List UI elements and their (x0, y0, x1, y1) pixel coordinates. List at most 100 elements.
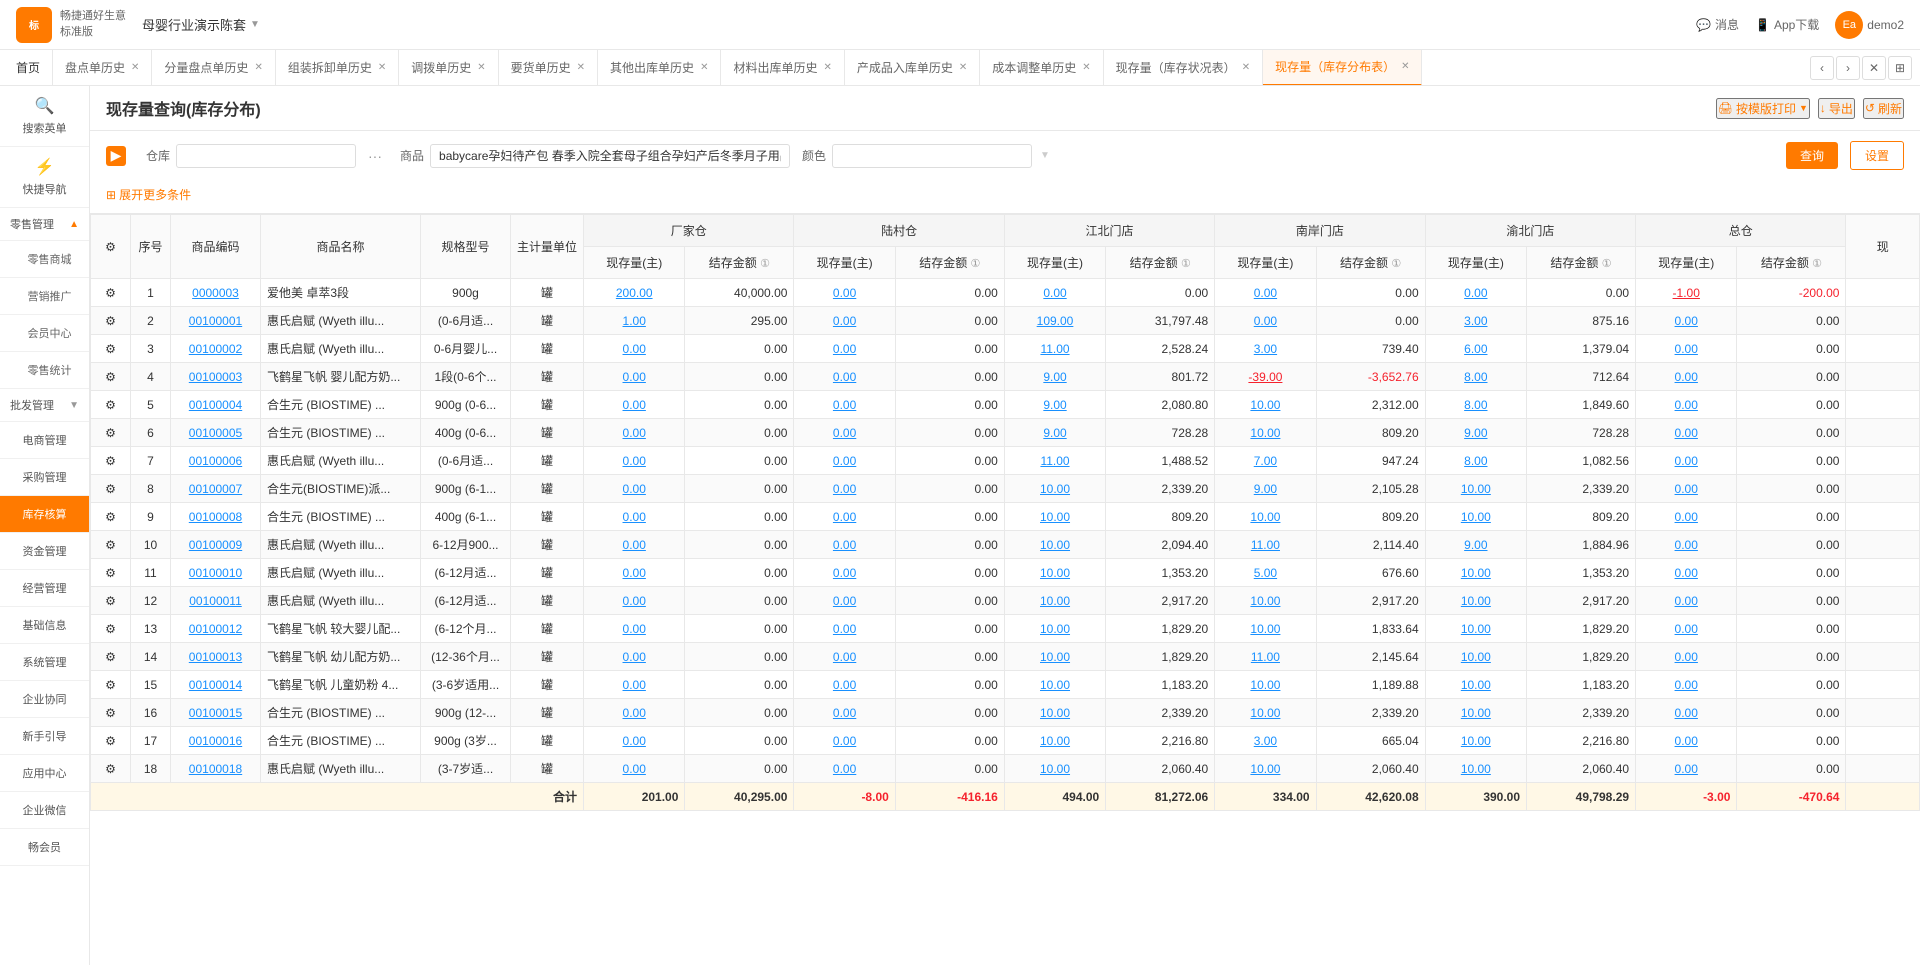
th-settings[interactable]: ⚙ (91, 215, 131, 279)
td-yubei-qty[interactable]: 3.00 (1425, 307, 1526, 335)
td-nanan-qty[interactable]: 10.00 (1215, 503, 1316, 531)
user-menu[interactable]: Ea demo2 (1835, 11, 1904, 39)
td-code[interactable]: 00100014 (171, 671, 261, 699)
td-settings[interactable]: ⚙ (91, 699, 131, 727)
td-nanan-qty[interactable]: 5.00 (1215, 559, 1316, 587)
td-nanan-qty[interactable]: -39.00 (1215, 363, 1316, 391)
td-nanan-qty[interactable]: 7.00 (1215, 447, 1316, 475)
td-lucuncang-qty[interactable]: 0.00 (794, 475, 895, 503)
td-lucuncang-qty[interactable]: 0.00 (794, 755, 895, 783)
td-code[interactable]: 00100018 (171, 755, 261, 783)
td-jiangbei-qty[interactable]: 10.00 (1004, 755, 1105, 783)
td-yubei-qty[interactable]: 9.00 (1425, 531, 1526, 559)
td-nanan-qty[interactable]: 10.00 (1215, 419, 1316, 447)
tab-close-9[interactable]: ✕ (1082, 62, 1090, 73)
td-changjiancang-qty[interactable]: 0.00 (584, 559, 685, 587)
td-total-qty[interactable]: 0.00 (1636, 755, 1737, 783)
td-changjiancang-qty[interactable]: 1.00 (584, 307, 685, 335)
warehouse-input[interactable] (176, 144, 356, 168)
td-lucuncang-qty[interactable]: 0.00 (794, 671, 895, 699)
td-yubei-qty[interactable]: 10.00 (1425, 587, 1526, 615)
td-lucuncang-qty[interactable]: 0.00 (794, 391, 895, 419)
td-yubei-qty[interactable]: 8.00 (1425, 447, 1526, 475)
info-icon-1[interactable]: ① (760, 258, 770, 270)
td-nanan-qty[interactable]: 3.00 (1215, 727, 1316, 755)
td-code[interactable]: 00100012 (171, 615, 261, 643)
td-lucuncang-qty[interactable]: 0.00 (794, 447, 895, 475)
td-changjiancang-qty[interactable]: 0.00 (584, 615, 685, 643)
td-jiangbei-qty[interactable]: 10.00 (1004, 531, 1105, 559)
td-settings[interactable]: ⚙ (91, 643, 131, 671)
sidebar-item-guide[interactable]: 新手引导 (0, 718, 89, 755)
td-settings[interactable]: ⚙ (91, 727, 131, 755)
expand-conditions-btn[interactable]: ⊞ 展开更多条件 (106, 186, 191, 203)
tab-10[interactable]: 现存量（库存状况表） ✕ (1104, 50, 1263, 86)
td-code[interactable]: 00100015 (171, 699, 261, 727)
warehouse-dots-btn[interactable]: ··· (362, 146, 388, 166)
td-lucuncang-qty[interactable]: 0.00 (794, 727, 895, 755)
td-code[interactable]: 00100013 (171, 643, 261, 671)
td-total-qty[interactable]: 0.00 (1636, 335, 1737, 363)
sidebar-item-quicknav[interactable]: ⚡ 快捷导航 (0, 147, 89, 208)
td-code[interactable]: 00100008 (171, 503, 261, 531)
td-jiangbei-qty[interactable]: 10.00 (1004, 727, 1105, 755)
settings-btn[interactable]: 设置 (1850, 141, 1904, 170)
td-nanan-qty[interactable]: 10.00 (1215, 671, 1316, 699)
td-nanan-qty[interactable]: 11.00 (1215, 531, 1316, 559)
sidebar-item-app-center[interactable]: 应用中心 (0, 755, 89, 792)
tab-close-6[interactable]: ✕ (700, 62, 708, 73)
sidebar-item-retail-stats[interactable]: 零售统计 (0, 352, 89, 389)
tab-3[interactable]: 组装拆卸单历史 ✕ (276, 50, 399, 86)
tab-expand-btn[interactable]: ⊞ (1888, 56, 1912, 80)
sidebar-item-marketing[interactable]: 营销推广 (0, 278, 89, 315)
td-yubei-qty[interactable]: 10.00 (1425, 671, 1526, 699)
td-yubei-qty[interactable]: 8.00 (1425, 391, 1526, 419)
td-nanan-qty[interactable]: 10.00 (1215, 587, 1316, 615)
td-changjiancang-qty[interactable]: 0.00 (584, 503, 685, 531)
refresh-btn[interactable]: ↺ 刷新 (1863, 98, 1904, 119)
td-yubei-qty[interactable]: 6.00 (1425, 335, 1526, 363)
td-jiangbei-qty[interactable]: 10.00 (1004, 615, 1105, 643)
td-settings[interactable]: ⚙ (91, 671, 131, 699)
td-settings[interactable]: ⚙ (91, 503, 131, 531)
td-settings[interactable]: ⚙ (91, 475, 131, 503)
td-nanan-qty[interactable]: 10.00 (1215, 699, 1316, 727)
sidebar-item-ecommerce[interactable]: 电商管理 (0, 422, 89, 459)
tab-prev-btn[interactable]: ‹ (1810, 56, 1834, 80)
td-changjiancang-qty[interactable]: 0.00 (584, 643, 685, 671)
td-code[interactable]: 00100007 (171, 475, 261, 503)
td-changjiancang-qty[interactable]: 0.00 (584, 419, 685, 447)
td-total-qty[interactable]: 0.00 (1636, 615, 1737, 643)
print-btn[interactable]: 🖨 按模版打印 ▼ (1716, 98, 1810, 119)
td-nanan-qty[interactable]: 3.00 (1215, 335, 1316, 363)
sidebar-item-retail-mgmt[interactable]: 零售管理 ▲ (0, 208, 89, 241)
td-jiangbei-qty[interactable]: 9.00 (1004, 363, 1105, 391)
td-jiangbei-qty[interactable]: 0.00 (1004, 279, 1105, 307)
td-lucuncang-qty[interactable]: 0.00 (794, 503, 895, 531)
td-yubei-qty[interactable]: 10.00 (1425, 559, 1526, 587)
td-yubei-qty[interactable]: 10.00 (1425, 727, 1526, 755)
td-lucuncang-qty[interactable]: 0.00 (794, 363, 895, 391)
td-total-qty[interactable]: 0.00 (1636, 363, 1737, 391)
tab-close-10[interactable]: ✕ (1242, 62, 1250, 73)
td-total-qty[interactable]: 0.00 (1636, 475, 1737, 503)
td-yubei-qty[interactable]: 10.00 (1425, 755, 1526, 783)
td-jiangbei-qty[interactable]: 109.00 (1004, 307, 1105, 335)
td-code[interactable]: 0000003 (171, 279, 261, 307)
td-yubei-qty[interactable]: 10.00 (1425, 643, 1526, 671)
sidebar-item-retail-shop[interactable]: 零售商城 (0, 241, 89, 278)
td-nanan-qty[interactable]: 10.00 (1215, 755, 1316, 783)
tab-close-8[interactable]: ✕ (959, 62, 967, 73)
sidebar-item-system[interactable]: 系统管理 (0, 644, 89, 681)
tab-4[interactable]: 调拨单历史 ✕ (399, 50, 498, 86)
td-yubei-qty[interactable]: 10.00 (1425, 615, 1526, 643)
td-changjiancang-qty[interactable]: 0.00 (584, 391, 685, 419)
td-yubei-qty[interactable]: 8.00 (1425, 363, 1526, 391)
td-total-qty[interactable]: 0.00 (1636, 643, 1737, 671)
td-lucuncang-qty[interactable]: 0.00 (794, 531, 895, 559)
td-settings[interactable]: ⚙ (91, 419, 131, 447)
sidebar-item-search[interactable]: 🔍 搜索英单 (0, 86, 89, 147)
td-code[interactable]: 00100003 (171, 363, 261, 391)
export-btn[interactable]: ↓ 导出 (1818, 98, 1855, 119)
td-lucuncang-qty[interactable]: 0.00 (794, 307, 895, 335)
